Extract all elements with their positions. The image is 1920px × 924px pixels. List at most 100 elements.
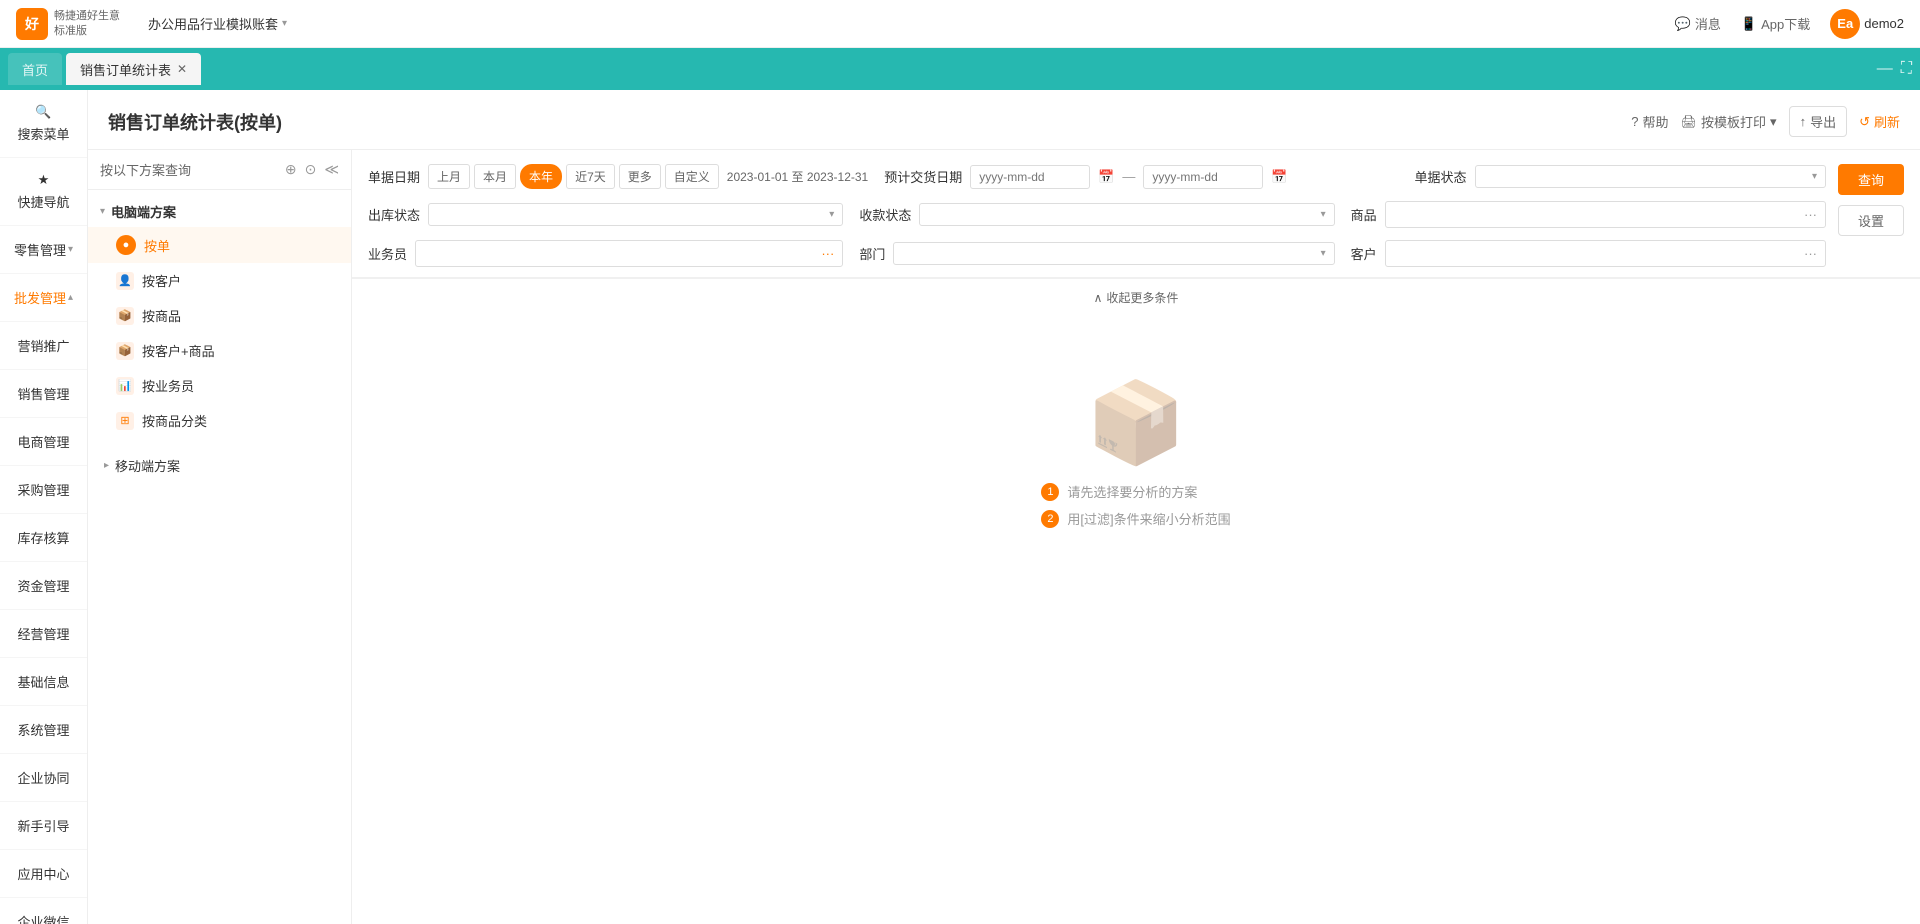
product-select[interactable]: ··· bbox=[1385, 201, 1826, 228]
date-label: 单据日期 bbox=[368, 167, 420, 186]
calendar-start-icon[interactable]: 📅 bbox=[1098, 169, 1114, 185]
avatar: Ea bbox=[1830, 9, 1860, 39]
expected-date-start[interactable] bbox=[970, 165, 1090, 189]
sidebar-item-sales[interactable]: 销售管理 bbox=[0, 370, 87, 418]
department-select[interactable]: ▾ bbox=[893, 242, 1334, 265]
message-button[interactable]: 💬 消息 bbox=[1675, 14, 1721, 33]
empty-tip-1: 1 请先选择要分析的方案 bbox=[1041, 482, 1230, 501]
query-button[interactable]: 查询 bbox=[1838, 164, 1904, 195]
doc-status-arrow-icon: ▾ bbox=[1812, 171, 1817, 182]
scheme-header: 按以下方案查询 ⊕ ⊙ ≪ bbox=[88, 150, 351, 190]
help-button[interactable]: ? 帮助 bbox=[1631, 112, 1668, 131]
main-layout: 🔍 搜索菜单 ★ 快捷导航 零售管理 ▾ 批发管理 ▴ 营销推广 销售管理 电商… bbox=[0, 90, 1920, 924]
user-area[interactable]: Ea demo2 bbox=[1830, 9, 1904, 39]
by-order-icon: ● bbox=[116, 235, 136, 255]
date-btn-last-month[interactable]: 上月 bbox=[428, 164, 470, 189]
sidebar-item-newuser[interactable]: 新手引导 bbox=[0, 802, 87, 850]
add-scheme-button[interactable]: ⊕ bbox=[285, 161, 297, 178]
by-customer-product-icon: 📦 bbox=[116, 342, 134, 360]
sidebar-item-enterprise[interactable]: 企业协同 bbox=[0, 754, 87, 802]
sidebar-item-ecommerce[interactable]: 电商管理 bbox=[0, 418, 87, 466]
print-button[interactable]: 🖨 按模板打印 ▾ bbox=[1681, 112, 1777, 131]
body-area: 按以下方案查询 ⊕ ⊙ ≪ ▾ 电脑端方案 ● 按单 bbox=[88, 150, 1920, 924]
calendar-end-icon[interactable]: 📅 bbox=[1271, 169, 1287, 185]
scheme-item-by-order[interactable]: ● 按单 bbox=[88, 227, 351, 263]
settings-scheme-button[interactable]: ⊙ bbox=[305, 161, 317, 178]
scheme-group-header-computer[interactable]: ▾ 电脑端方案 bbox=[88, 196, 351, 227]
chevron-down-icon: ▾ bbox=[282, 18, 287, 29]
product-dots-icon: ··· bbox=[1804, 207, 1817, 222]
sidebar-item-retail[interactable]: 零售管理 ▾ bbox=[0, 226, 87, 274]
refresh-button[interactable]: ↺ 刷新 bbox=[1859, 112, 1900, 131]
message-icon: 💬 bbox=[1675, 16, 1691, 32]
expected-date-end[interactable] bbox=[1143, 165, 1263, 189]
app-download-button[interactable]: 📱 App下载 bbox=[1741, 14, 1810, 33]
outbound-status-select[interactable]: ▾ bbox=[428, 203, 843, 226]
customer-label: 客户 bbox=[1351, 244, 1377, 263]
date-btn-this-year[interactable]: 本年 bbox=[520, 164, 562, 189]
collapse-bar[interactable]: ∧ 收起更多条件 bbox=[352, 278, 1920, 316]
refresh-icon: ↺ bbox=[1859, 114, 1870, 130]
top-bar-right: 💬 消息 📱 App下载 Ea demo2 bbox=[1675, 9, 1904, 39]
product-label: 商品 bbox=[1351, 205, 1377, 224]
print-icon: 🖨 bbox=[1681, 114, 1698, 130]
settings-button[interactable]: 设置 bbox=[1838, 205, 1904, 236]
tab-sales-order-stats[interactable]: 销售订单统计表 ✕ bbox=[66, 53, 201, 85]
company-selector[interactable]: 办公用品行业模拟账套 ▾ bbox=[148, 14, 287, 33]
filter-panel: 单据日期 上月 本月 本年 近7天 更多 自定义 bbox=[352, 150, 1920, 924]
date-btn-this-month[interactable]: 本月 bbox=[474, 164, 516, 189]
sidebar-item-marketing[interactable]: 营销推广 bbox=[0, 322, 87, 370]
sidebar-item-wechat[interactable]: 企业微信 bbox=[0, 898, 87, 924]
tab-minimize-icon[interactable]: — bbox=[1877, 60, 1893, 78]
salesperson-dots-icon: ··· bbox=[821, 246, 834, 261]
scheme-item-by-salesperson[interactable]: 📊 按业务员 bbox=[88, 368, 351, 403]
tab-bar: 首页 销售订单统计表 ✕ — ⛶ bbox=[0, 48, 1920, 90]
sidebar-item-wholesale[interactable]: 批发管理 ▴ bbox=[0, 274, 87, 322]
customer-select[interactable]: ··· bbox=[1385, 240, 1826, 267]
expected-date-label: 预计交货日期 bbox=[884, 167, 962, 186]
page-title-row: 销售订单统计表(按单) ? 帮助 🖨 按模板打印 ▾ ↑ 导出 bbox=[108, 106, 1900, 149]
sidebar-item-system[interactable]: 系统管理 bbox=[0, 706, 87, 754]
tip-num-1: 1 bbox=[1041, 483, 1059, 501]
scheme-group-header-mobile[interactable]: ▸ 移动端方案 bbox=[88, 450, 351, 481]
sidebar-item-finance[interactable]: 资金管理 bbox=[0, 562, 87, 610]
star-icon: ★ bbox=[38, 172, 50, 188]
top-bar-left: 好 畅捷通好生意 标准版 办公用品行业模拟账套 ▾ bbox=[16, 8, 287, 40]
department-label: 部门 bbox=[859, 244, 885, 263]
tab-expand-icon[interactable]: ⛶ bbox=[1901, 60, 1912, 78]
scheme-item-by-product-category[interactable]: ⊞ 按商品分类 bbox=[88, 403, 351, 438]
collapse-scheme-button[interactable]: ≪ bbox=[324, 161, 339, 178]
by-customer-icon: 👤 bbox=[116, 272, 134, 290]
payment-status-select[interactable]: ▾ bbox=[919, 203, 1334, 226]
date-btn-more[interactable]: 更多 bbox=[619, 164, 661, 189]
outbound-arrow-icon: ▾ bbox=[829, 209, 834, 220]
by-salesperson-icon: 📊 bbox=[116, 377, 134, 395]
sidebar-item-operation[interactable]: 经营管理 bbox=[0, 610, 87, 658]
tab-close-icon[interactable]: ✕ bbox=[177, 62, 187, 76]
sidebar-item-appcenter[interactable]: 应用中心 bbox=[0, 850, 87, 898]
empty-tip-2: 2 用[过滤]条件来缩小分析范围 bbox=[1041, 509, 1230, 528]
collapse-icon: ∧ bbox=[1094, 291, 1103, 305]
date-btn-7days[interactable]: 近7天 bbox=[566, 164, 615, 189]
scheme-item-by-customer-product[interactable]: 📦 按客户+商品 bbox=[88, 333, 351, 368]
sidebar-item-inventory[interactable]: 库存核算 bbox=[0, 514, 87, 562]
scheme-item-by-product[interactable]: 📦 按商品 bbox=[88, 298, 351, 333]
doc-status-select[interactable]: ▾ bbox=[1475, 165, 1826, 188]
sidebar-item-purchase[interactable]: 采购管理 bbox=[0, 466, 87, 514]
date-range-display: 2023-01-01 至 2023-12-31 bbox=[727, 168, 868, 185]
search-icon: 🔍 bbox=[35, 104, 51, 120]
export-button[interactable]: ↑ 导出 bbox=[1789, 106, 1848, 137]
empty-illustration: 📦 bbox=[1086, 376, 1186, 470]
logo-area: 好 畅捷通好生意 标准版 bbox=[16, 8, 120, 40]
salesperson-select[interactable]: ··· bbox=[415, 240, 843, 267]
scheme-item-by-customer[interactable]: 👤 按客户 bbox=[88, 263, 351, 298]
date-btn-custom[interactable]: 自定义 bbox=[665, 164, 719, 189]
tab-home[interactable]: 首页 bbox=[8, 53, 62, 85]
filter-main: 单据日期 上月 本月 本年 近7天 更多 自定义 bbox=[352, 150, 1920, 588]
salesperson-label: 业务员 bbox=[368, 244, 407, 263]
sidebar-item-basic[interactable]: 基础信息 bbox=[0, 658, 87, 706]
sidebar-quick-nav[interactable]: ★ 快捷导航 bbox=[0, 158, 87, 226]
tab-bar-actions: — ⛶ bbox=[1877, 60, 1912, 78]
sidebar-search[interactable]: 🔍 搜索菜单 bbox=[0, 90, 87, 158]
chevron-icon: ▾ bbox=[68, 244, 73, 255]
